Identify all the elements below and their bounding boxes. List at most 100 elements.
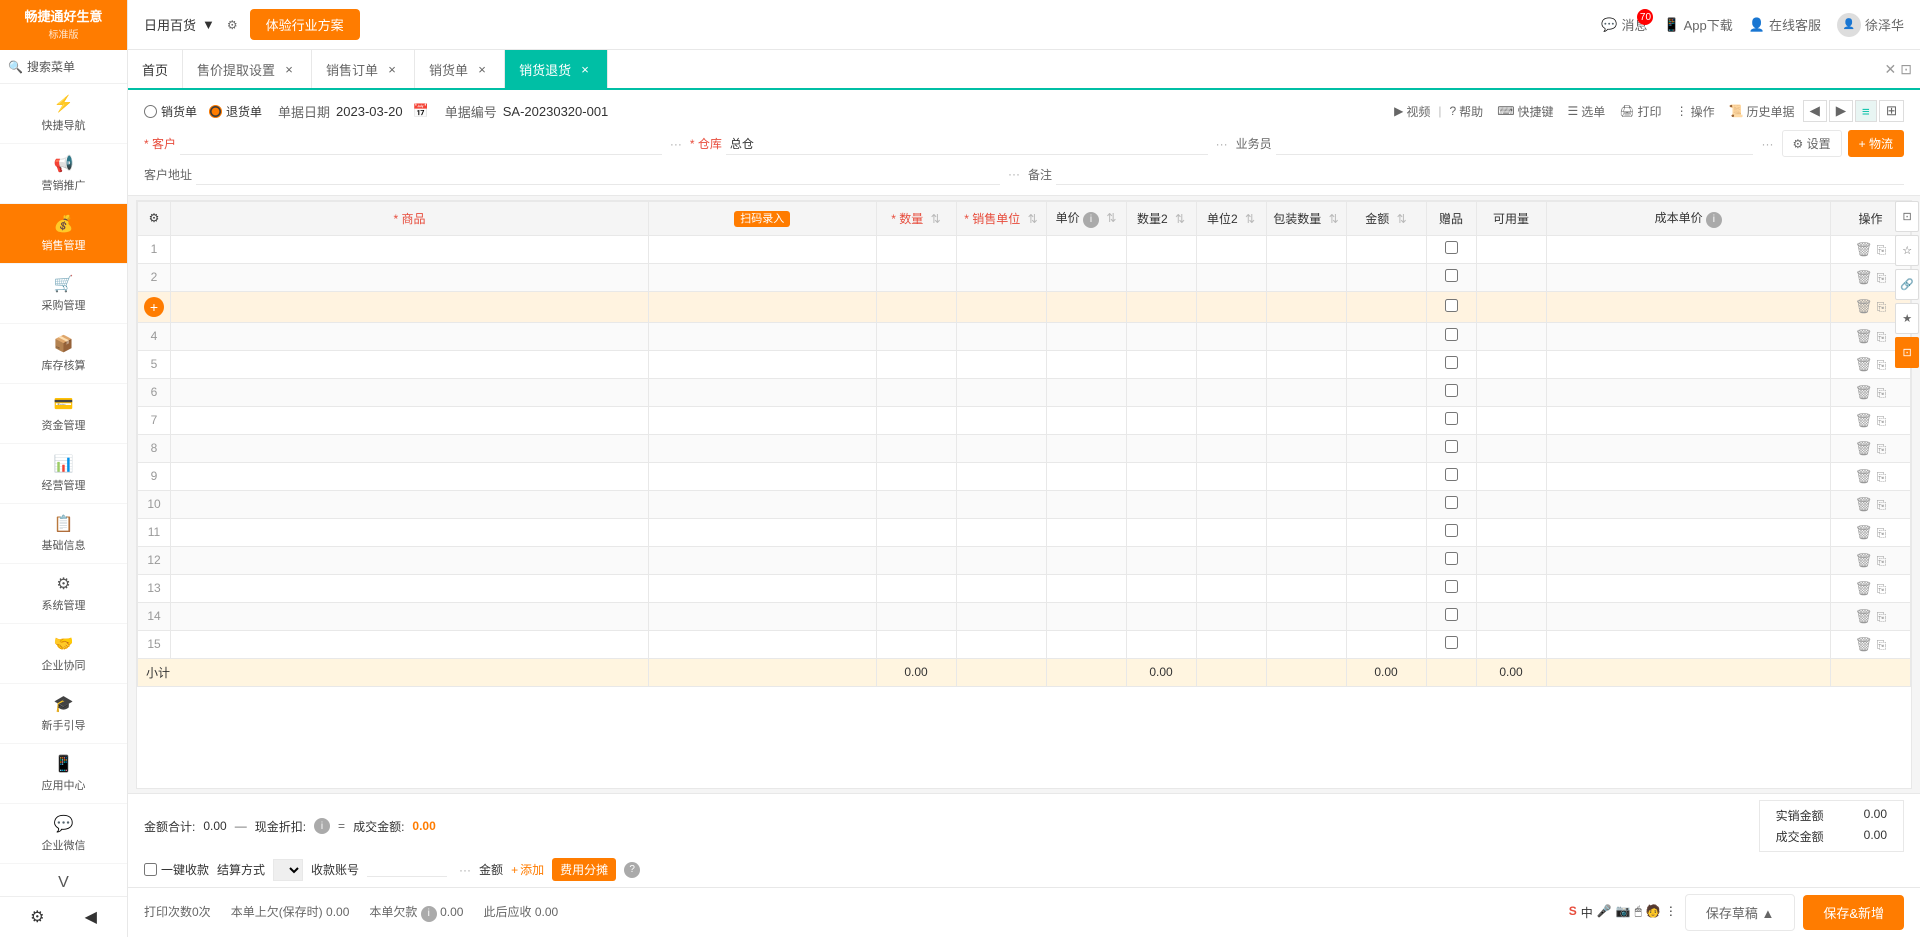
gift-cell[interactable] bbox=[1426, 490, 1476, 518]
gift-cell[interactable] bbox=[1426, 462, 1476, 490]
address-input[interactable] bbox=[196, 163, 1000, 185]
salesperson-dots[interactable]: ··· bbox=[1761, 137, 1773, 151]
toolbar-select[interactable]: ☰ 选单 bbox=[1562, 101, 1612, 122]
prev-record-btn[interactable]: ◀ bbox=[1803, 100, 1827, 122]
gift-checkbox[interactable] bbox=[1445, 241, 1458, 254]
right-panel-btn-4[interactable]: ★ bbox=[1895, 303, 1919, 334]
quantity-cell[interactable] bbox=[876, 518, 956, 546]
right-panel-btn-2[interactable]: ☆ bbox=[1895, 235, 1919, 266]
gift-cell[interactable] bbox=[1426, 406, 1476, 434]
quantity-cell[interactable] bbox=[876, 630, 956, 658]
unit2-cell[interactable] bbox=[1196, 406, 1266, 434]
goods-cell[interactable] bbox=[171, 406, 649, 434]
gift-cell[interactable] bbox=[1426, 322, 1476, 350]
qty2-cell[interactable] bbox=[1126, 235, 1196, 263]
sidebar-item-inventory[interactable]: 📦 库存核算 bbox=[0, 324, 127, 384]
account-dots[interactable]: ··· bbox=[459, 863, 471, 877]
pkg-qty-cell[interactable] bbox=[1266, 630, 1346, 658]
customer-input[interactable] bbox=[180, 133, 662, 155]
account-input[interactable] bbox=[367, 862, 447, 877]
amount-cell[interactable] bbox=[1346, 350, 1426, 378]
amount-cell[interactable] bbox=[1346, 630, 1426, 658]
header-settings-btn[interactable]: ⚙ bbox=[227, 18, 238, 32]
copy-btn[interactable]: ⎘ bbox=[1877, 300, 1887, 314]
message-button[interactable]: 💬 消息 70 bbox=[1601, 15, 1647, 34]
quantity-cell[interactable] bbox=[876, 350, 956, 378]
col-settings[interactable]: ⚙ bbox=[138, 202, 171, 236]
gift-cell[interactable] bbox=[1426, 602, 1476, 630]
user-info[interactable]: 👤 徐泽华 bbox=[1837, 13, 1904, 37]
delete-btn[interactable]: 🗑 bbox=[1855, 298, 1873, 314]
quantity-cell[interactable] bbox=[876, 602, 956, 630]
delete-btn[interactable]: 🗑 bbox=[1855, 496, 1873, 512]
goods-cell[interactable] bbox=[171, 490, 649, 518]
quantity-cell[interactable] bbox=[876, 462, 956, 490]
online-service-button[interactable]: 👤 在线客服 bbox=[1749, 15, 1821, 34]
unit-cell[interactable] bbox=[956, 350, 1046, 378]
goods-cell[interactable] bbox=[171, 630, 649, 658]
pkg-qty-cell[interactable] bbox=[1266, 518, 1346, 546]
amount-cell[interactable] bbox=[1346, 378, 1426, 406]
add-row-btn[interactable]: + bbox=[144, 297, 164, 317]
price-cell[interactable] bbox=[1046, 490, 1126, 518]
unit2-cell[interactable] bbox=[1196, 462, 1266, 490]
tab-close-price-settings[interactable]: × bbox=[281, 61, 297, 77]
delete-btn[interactable]: 🗑 bbox=[1855, 440, 1873, 456]
cost-info-icon[interactable]: i bbox=[1706, 212, 1722, 228]
quantity-cell[interactable] bbox=[876, 406, 956, 434]
amount-cell[interactable] bbox=[1346, 462, 1426, 490]
amount-cell[interactable] bbox=[1346, 490, 1426, 518]
barcode-btn[interactable]: 扫码录入 bbox=[734, 211, 790, 227]
gift-cell[interactable] bbox=[1426, 235, 1476, 263]
unit2-cell[interactable] bbox=[1196, 322, 1266, 350]
delete-btn[interactable]: 🗑 bbox=[1855, 269, 1873, 285]
qty2-cell[interactable] bbox=[1126, 630, 1196, 658]
quantity-cell[interactable] bbox=[876, 490, 956, 518]
amount-cell[interactable] bbox=[1346, 406, 1426, 434]
price-cell[interactable] bbox=[1046, 518, 1126, 546]
delete-btn[interactable]: 🗑 bbox=[1855, 608, 1873, 624]
tab-price-settings[interactable]: 售价提取设置 × bbox=[183, 50, 312, 88]
pkg-qty-cell[interactable] bbox=[1266, 235, 1346, 263]
price-cell[interactable] bbox=[1046, 434, 1126, 462]
qty2-cell[interactable] bbox=[1126, 574, 1196, 602]
goods-cell[interactable] bbox=[171, 602, 649, 630]
pkg-qty-cell[interactable] bbox=[1266, 546, 1346, 574]
quantity-cell[interactable] bbox=[876, 546, 956, 574]
gift-cell[interactable] bbox=[1426, 518, 1476, 546]
gift-checkbox[interactable] bbox=[1445, 412, 1458, 425]
goods-cell[interactable] bbox=[171, 462, 649, 490]
price-cell[interactable] bbox=[1046, 406, 1126, 434]
right-panel-btn-5[interactable]: ⊡ bbox=[1895, 337, 1919, 368]
gift-checkbox[interactable] bbox=[1445, 299, 1458, 312]
unit-cell[interactable] bbox=[956, 263, 1046, 291]
quantity-cell[interactable] bbox=[876, 322, 956, 350]
delete-btn[interactable]: 🗑 bbox=[1855, 328, 1873, 344]
debt-info-icon[interactable]: i bbox=[421, 906, 437, 922]
goods-cell[interactable] bbox=[171, 235, 649, 263]
sidebar-item-finance[interactable]: 💳 资金管理 bbox=[0, 384, 127, 444]
qty2-cell[interactable] bbox=[1126, 291, 1196, 322]
pkg-qty-cell[interactable] bbox=[1266, 322, 1346, 350]
price-cell[interactable] bbox=[1046, 235, 1126, 263]
sidebar-item-quick-nav[interactable]: ⚡ 快捷导航 bbox=[0, 84, 127, 144]
qty2-cell[interactable] bbox=[1126, 263, 1196, 291]
copy-btn[interactable]: ⎘ bbox=[1877, 442, 1887, 456]
pkg-qty-cell[interactable] bbox=[1266, 602, 1346, 630]
sidebar-search[interactable]: 🔍 搜索菜单 bbox=[0, 50, 127, 84]
tab-sales-order[interactable]: 销售订单 × bbox=[312, 50, 415, 88]
unit-cell[interactable] bbox=[956, 322, 1046, 350]
goods-input[interactable] bbox=[177, 300, 642, 314]
sidebar-settings-icon[interactable]: ⚙ bbox=[30, 907, 44, 927]
pkg-qty-cell[interactable] bbox=[1266, 263, 1346, 291]
sidebar-item-sales[interactable]: 💰 销售管理 bbox=[0, 204, 127, 264]
gift-checkbox[interactable] bbox=[1445, 440, 1458, 453]
copy-btn[interactable]: ⎘ bbox=[1877, 526, 1887, 540]
unit-cell[interactable] bbox=[956, 291, 1046, 322]
experience-button[interactable]: 体验行业方案 bbox=[250, 9, 360, 40]
amount-sort-icon[interactable]: ⇅ bbox=[1397, 212, 1407, 226]
amount-cell[interactable] bbox=[1346, 574, 1426, 602]
quantity-cell[interactable] bbox=[876, 235, 956, 263]
goods-cell[interactable] bbox=[171, 263, 649, 291]
gift-checkbox[interactable] bbox=[1445, 356, 1458, 369]
